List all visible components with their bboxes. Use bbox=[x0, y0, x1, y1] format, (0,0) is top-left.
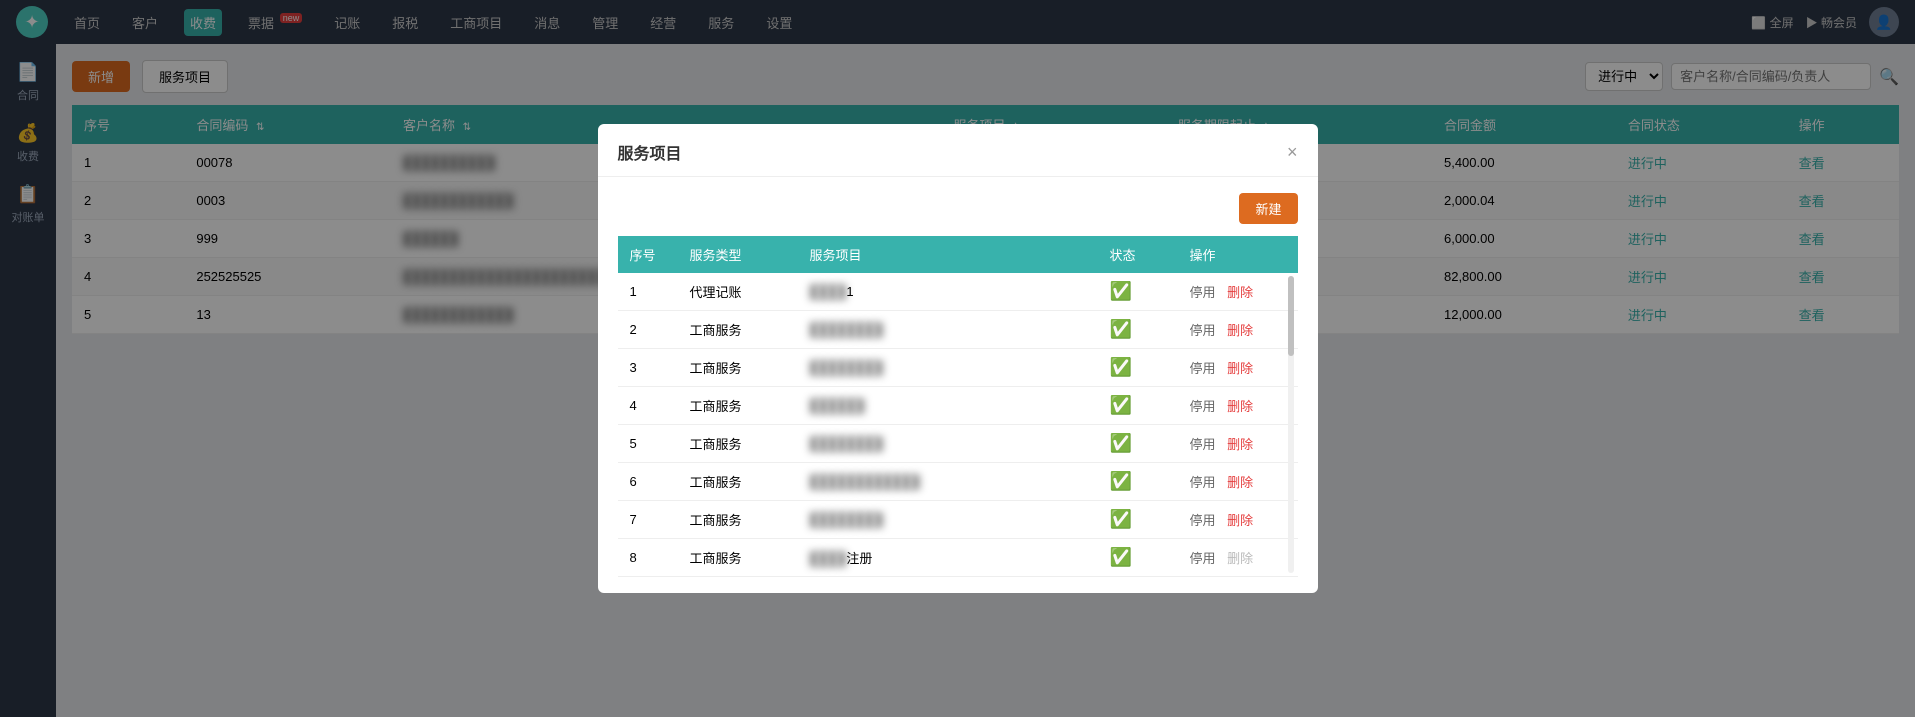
list-item: 1 代理记账 ████1 ✅ 停用 删除 bbox=[618, 273, 1298, 311]
modal-new-button[interactable]: 新建 bbox=[1239, 193, 1297, 224]
modal-overlay: 服务项目 × 新建 序号 服务类型 服务项目 状态 操作 bbox=[0, 0, 1915, 717]
modal-col-item: 服务项目 bbox=[798, 236, 1098, 273]
scrollbar-thumb[interactable] bbox=[1288, 276, 1294, 356]
modal-col-action: 操作 bbox=[1178, 236, 1298, 273]
status-active-icon: ✅ bbox=[1110, 357, 1132, 377]
modal-toolbar: 新建 bbox=[618, 193, 1298, 224]
status-active-icon: ✅ bbox=[1110, 471, 1132, 491]
list-item: 7 工商服务 ████████ ✅ 停用 删除 bbox=[618, 501, 1298, 539]
modal-col-seq: 序号 bbox=[618, 236, 678, 273]
status-active-icon: ✅ bbox=[1110, 319, 1132, 339]
modal-close-button[interactable]: × bbox=[1287, 142, 1298, 163]
modal-col-type: 服务类型 bbox=[678, 236, 798, 273]
status-active-icon: ✅ bbox=[1110, 509, 1132, 529]
scrollbar-track[interactable] bbox=[1288, 276, 1294, 573]
stop-button[interactable]: 停用 bbox=[1190, 399, 1216, 414]
list-item: 4 工商服务 ██████ ✅ 停用 删除 bbox=[618, 387, 1298, 425]
delete-button[interactable]: 删除 bbox=[1227, 323, 1253, 338]
modal-col-status: 状态 bbox=[1098, 236, 1178, 273]
stop-button[interactable]: 停用 bbox=[1190, 323, 1216, 338]
list-item: 5 工商服务 ████████ ✅ 停用 删除 bbox=[618, 425, 1298, 463]
modal-title: 服务项目 bbox=[618, 140, 682, 164]
status-active-icon: ✅ bbox=[1110, 547, 1132, 567]
delete-button[interactable]: 删除 bbox=[1227, 437, 1253, 452]
stop-button[interactable]: 停用 bbox=[1190, 361, 1216, 376]
delete-button[interactable]: 删除 bbox=[1227, 551, 1253, 566]
modal-table: 序号 服务类型 服务项目 状态 操作 1 代理记账 ████1 ✅ bbox=[618, 236, 1298, 577]
status-active-icon: ✅ bbox=[1110, 395, 1132, 415]
list-item: 3 工商服务 ████████ ✅ 停用 删除 bbox=[618, 349, 1298, 387]
list-item: 2 工商服务 ████████ ✅ 停用 删除 bbox=[618, 311, 1298, 349]
stop-button[interactable]: 停用 bbox=[1190, 551, 1216, 566]
stop-button[interactable]: 停用 bbox=[1190, 437, 1216, 452]
delete-button[interactable]: 删除 bbox=[1227, 361, 1253, 376]
delete-button[interactable]: 删除 bbox=[1227, 513, 1253, 528]
list-item: 6 工商服务 ████████████ ✅ 停用 删除 bbox=[618, 463, 1298, 501]
modal-body: 新建 序号 服务类型 服务项目 状态 操作 bbox=[598, 177, 1318, 593]
stop-button[interactable]: 停用 bbox=[1190, 513, 1216, 528]
modal-header: 服务项目 × bbox=[598, 124, 1318, 177]
list-item: 8 工商服务 ████注册 ✅ 停用 删除 bbox=[618, 539, 1298, 577]
status-active-icon: ✅ bbox=[1110, 433, 1132, 453]
delete-button[interactable]: 删除 bbox=[1227, 285, 1253, 300]
status-active-icon: ✅ bbox=[1110, 281, 1132, 301]
delete-button[interactable]: 删除 bbox=[1227, 475, 1253, 490]
stop-button[interactable]: 停用 bbox=[1190, 285, 1216, 300]
service-modal: 服务项目 × 新建 序号 服务类型 服务项目 状态 操作 bbox=[598, 124, 1318, 593]
delete-button[interactable]: 删除 bbox=[1227, 399, 1253, 414]
stop-button[interactable]: 停用 bbox=[1190, 475, 1216, 490]
